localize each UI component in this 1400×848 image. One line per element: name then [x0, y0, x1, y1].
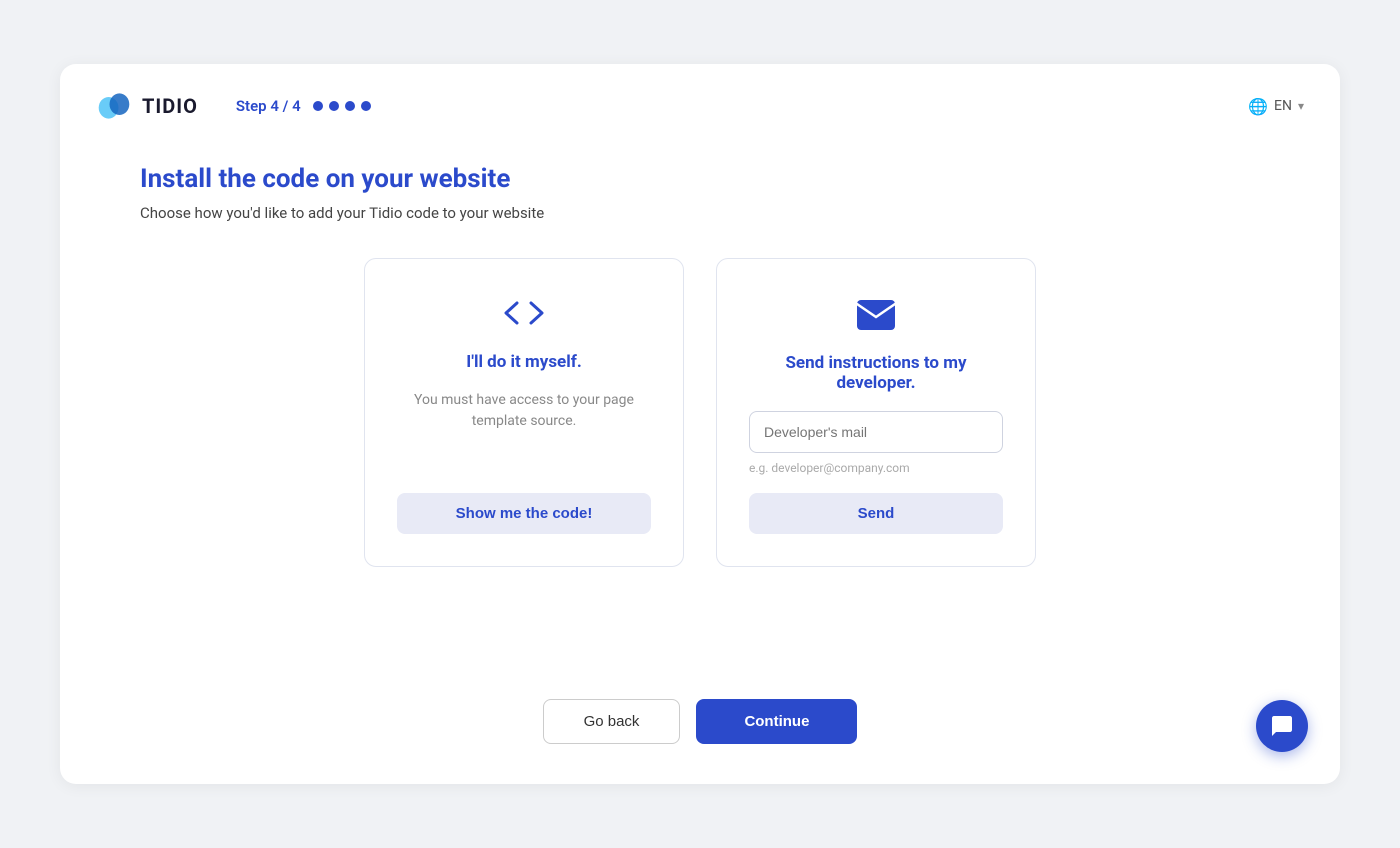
chat-fab-button[interactable]	[1256, 700, 1308, 752]
code-icon	[504, 299, 544, 334]
continue-button[interactable]: Continue	[696, 699, 857, 744]
step-label: Step 4 / 4	[236, 97, 301, 115]
header: TIDIO Step 4 / 4 🌐 EN ▾	[60, 64, 1340, 124]
mail-icon	[856, 299, 896, 335]
email-hint: e.g. developer@company.com	[749, 461, 910, 475]
lang-label: EN	[1274, 98, 1292, 114]
step-info: Step 4 / 4	[236, 97, 371, 115]
step-dots	[313, 101, 371, 111]
lang-selector[interactable]: 🌐 EN ▾	[1248, 97, 1304, 116]
main-card: TIDIO Step 4 / 4 🌐 EN ▾ Install the code	[60, 64, 1340, 784]
developer-card-title: Send instructions to my developer.	[749, 353, 1003, 393]
tidio-logo-icon	[96, 88, 132, 124]
dot-1	[313, 101, 323, 111]
self-install-card: I'll do it myself. You must have access …	[364, 258, 684, 567]
logo-text: TIDIO	[142, 94, 198, 118]
footer: Go back Continue	[60, 667, 1340, 784]
developer-email-input[interactable]	[749, 411, 1003, 453]
content-area: Install the code on your website Choose …	[60, 124, 1340, 667]
dot-3	[345, 101, 355, 111]
dot-2	[329, 101, 339, 111]
self-card-desc: You must have access to your page templa…	[397, 390, 651, 432]
page-subtitle: Choose how you'd like to add your Tidio …	[140, 204, 544, 222]
globe-icon: 🌐	[1248, 97, 1268, 116]
chevron-down-icon: ▾	[1298, 99, 1304, 113]
cards-row: I'll do it myself. You must have access …	[140, 258, 1260, 567]
dot-4	[361, 101, 371, 111]
chat-icon	[1270, 714, 1294, 738]
send-developer-card: Send instructions to my developer. e.g. …	[716, 258, 1036, 567]
send-button[interactable]: Send	[749, 493, 1003, 534]
page-title: Install the code on your website	[140, 164, 510, 194]
show-code-button[interactable]: Show me the code!	[397, 493, 651, 534]
go-back-button[interactable]: Go back	[543, 699, 681, 744]
logo-area: TIDIO	[96, 88, 198, 124]
self-card-title: I'll do it myself.	[466, 352, 582, 372]
